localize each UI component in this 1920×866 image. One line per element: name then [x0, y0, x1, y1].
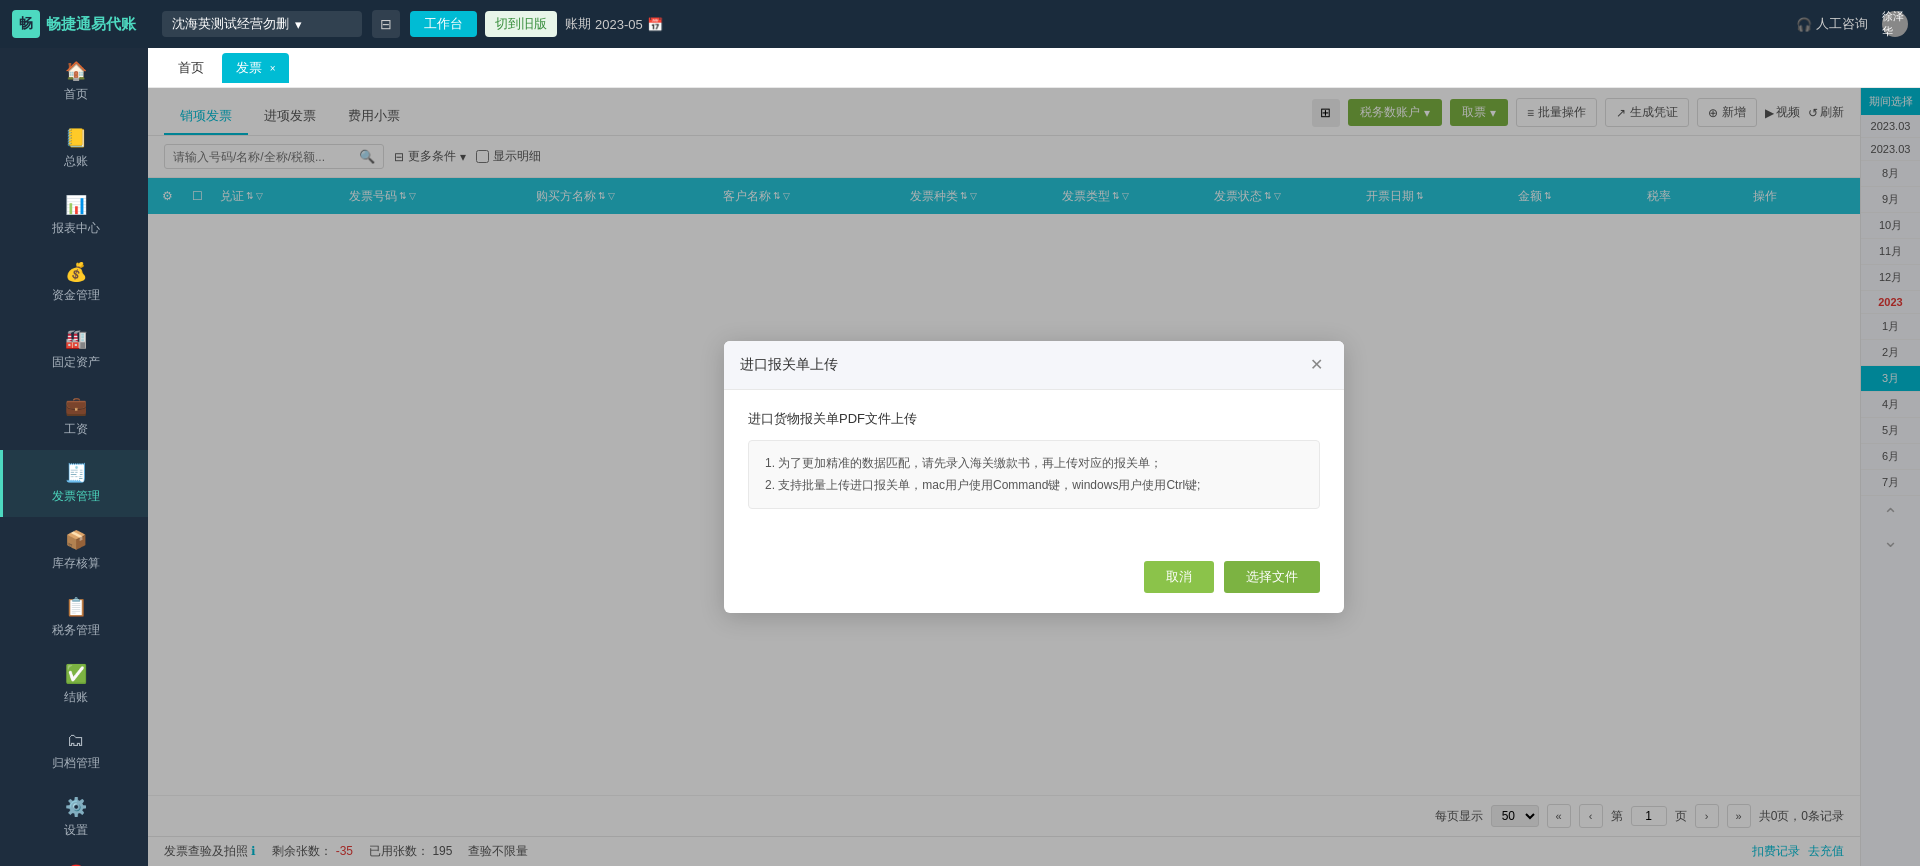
invoice-icon: 🧾: [65, 462, 87, 484]
home-icon: 🏠: [65, 60, 87, 82]
modal-close-button[interactable]: ✕: [1304, 353, 1328, 377]
modal-title: 进口报关单上传: [740, 356, 838, 374]
sidebar-item-inventory[interactable]: 📦 库存核算: [0, 517, 148, 584]
import-customs-modal: 进口报关单上传 ✕ 进口货物报关单PDF文件上传 1. 为了更加精准的数据匹配，…: [724, 341, 1344, 613]
workspace-button[interactable]: 工作台: [410, 11, 477, 37]
logo-icon: 畅: [12, 10, 40, 38]
modal-overlay: 进口报关单上传 ✕ 进口货物报关单PDF文件上传 1. 为了更加精准的数据匹配，…: [148, 88, 1920, 866]
sidebar-item-ledger[interactable]: 📒 总账: [0, 115, 148, 182]
chevron-down-icon: ▾: [295, 17, 302, 32]
modal-body: 进口货物报关单PDF文件上传 1. 为了更加精准的数据匹配，请先录入海关缴款书，…: [724, 390, 1344, 549]
tab-invoice[interactable]: 发票 ×: [222, 53, 289, 83]
tab-close-icon[interactable]: ×: [270, 63, 276, 74]
funds-icon: 💰: [65, 261, 87, 283]
calendar-icon[interactable]: 📅: [647, 17, 663, 32]
modal-cancel-button[interactable]: 取消: [1144, 561, 1214, 593]
sidebar-item-settings[interactable]: ⚙️ 设置: [0, 784, 148, 851]
modal-info-item-1: 2. 支持批量上传进口报关单，mac用户使用Command键，windows用户…: [765, 475, 1303, 497]
top-bar-right: 🎧 人工咨询 徐泽华: [1796, 11, 1908, 37]
switch-button[interactable]: 切到旧版: [485, 11, 557, 37]
settlement-icon: ✅: [65, 663, 87, 685]
content-area: 销项发票 进项发票 费用小票 ⊞ 税务数账户 ▾: [148, 88, 1920, 866]
print-icon[interactable]: ⊟: [372, 10, 400, 38]
company-selector[interactable]: 沈海英测试经营勿删 ▾: [162, 11, 362, 37]
modal-info-item-0: 1. 为了更加精准的数据匹配，请先录入海关缴款书，再上传对应的报关单；: [765, 453, 1303, 475]
period-display: 账期 2023-05 📅: [565, 15, 663, 33]
main-content: 首页 发票 × 销项发票 进项发票: [148, 48, 1920, 866]
sidebar-item-guide[interactable]: 🎯 新手引导: [0, 851, 148, 866]
sidebar: 🏠 首页 📒 总账 📊 报表中心 💰 资金管理 🏭 固定资产 💼 工资 🧾 发票…: [0, 48, 148, 866]
ledger-icon: 📒: [65, 127, 87, 149]
fixed-assets-icon: 🏭: [65, 328, 87, 350]
tab-bar: 首页 发票 ×: [148, 48, 1920, 88]
sidebar-item-archive[interactable]: 🗂 归档管理: [0, 718, 148, 784]
inventory-icon: 📦: [65, 529, 87, 551]
tax-icon: 📋: [65, 596, 87, 618]
app-logo: 畅 畅捷通易代账: [12, 10, 142, 38]
sidebar-item-fixed-assets[interactable]: 🏭 固定资产: [0, 316, 148, 383]
headset-icon: 🎧: [1796, 17, 1812, 32]
top-bar: 畅 畅捷通易代账 沈海英测试经营勿删 ▾ ⊟ 工作台 切到旧版 账期 2023-…: [0, 0, 1920, 48]
sidebar-item-payroll[interactable]: 💼 工资: [0, 383, 148, 450]
sidebar-item-home[interactable]: 🏠 首页: [0, 48, 148, 115]
settings-icon: ⚙️: [65, 796, 87, 818]
sidebar-item-reports[interactable]: 📊 报表中心: [0, 182, 148, 249]
sidebar-item-invoice[interactable]: 🧾 发票管理: [0, 450, 148, 517]
top-bar-icons: ⊟: [372, 10, 400, 38]
modal-select-file-button[interactable]: 选择文件: [1224, 561, 1320, 593]
close-icon: ✕: [1310, 355, 1323, 374]
sidebar-item-tax[interactable]: 📋 税务管理: [0, 584, 148, 651]
archive-icon: 🗂: [67, 730, 85, 751]
tab-home[interactable]: 首页: [164, 53, 218, 83]
avatar: 徐泽华: [1882, 11, 1908, 37]
modal-footer: 取消 选择文件: [724, 549, 1344, 613]
user-menu[interactable]: 徐泽华: [1882, 11, 1908, 37]
modal-info-box: 1. 为了更加精准的数据匹配，请先录入海关缴款书，再上传对应的报关单； 2. 支…: [748, 440, 1320, 509]
reports-icon: 📊: [65, 194, 87, 216]
modal-section-title: 进口货物报关单PDF文件上传: [748, 410, 1320, 428]
payroll-icon: 💼: [65, 395, 87, 417]
layout: 🏠 首页 📒 总账 📊 报表中心 💰 资金管理 🏭 固定资产 💼 工资 🧾 发票…: [0, 48, 1920, 866]
sidebar-item-funds[interactable]: 💰 资金管理: [0, 249, 148, 316]
modal-header: 进口报关单上传 ✕: [724, 341, 1344, 390]
sidebar-item-settlement[interactable]: ✅ 结账: [0, 651, 148, 718]
support-button[interactable]: 🎧 人工咨询: [1796, 15, 1868, 33]
